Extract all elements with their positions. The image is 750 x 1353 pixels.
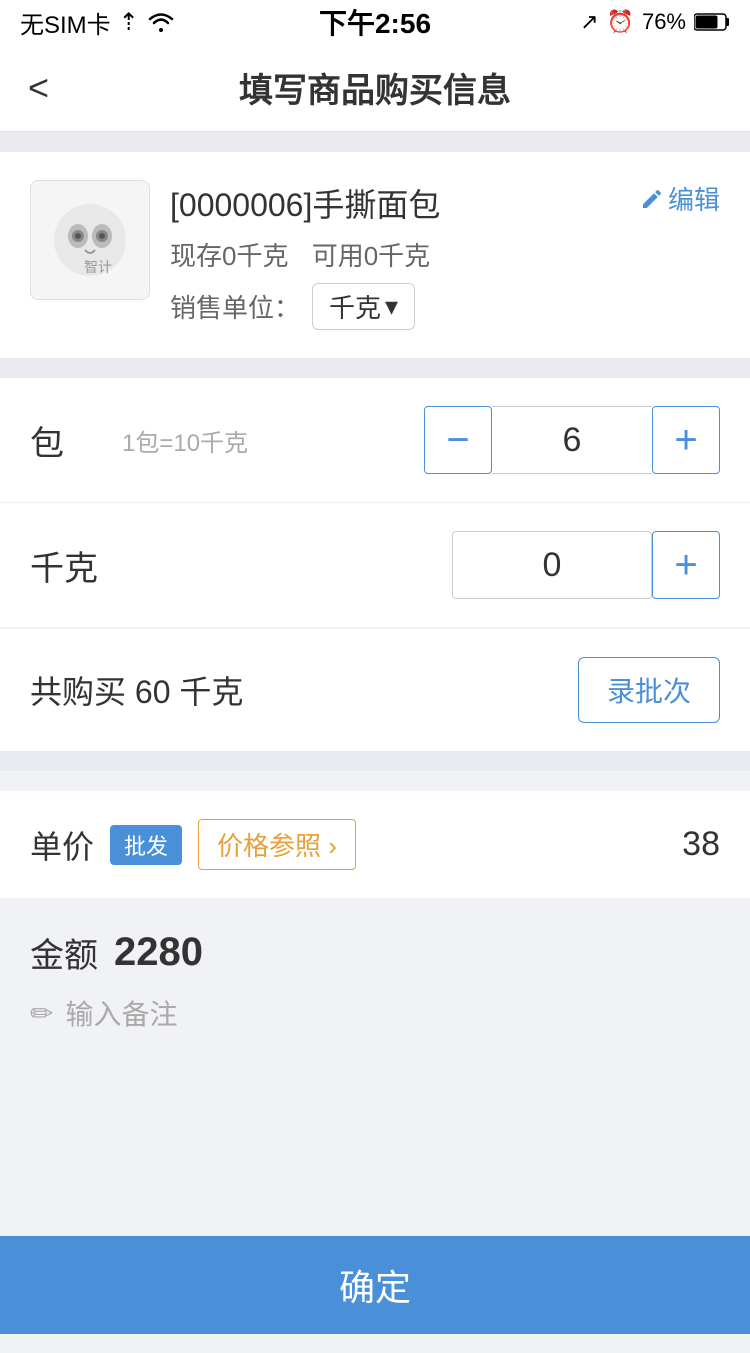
svg-text:智计: 智计 [84, 259, 112, 275]
bag-quantity-input[interactable] [492, 406, 652, 474]
mid-divider [0, 358, 750, 378]
product-info: [0000006]手撕面包 编辑 现存0千克 可用0千克 销售单位： 千克 ▾ [170, 180, 720, 330]
back-button[interactable]: < [28, 67, 49, 109]
unit-select[interactable]: 千克 ▾ [312, 283, 415, 330]
wifi-signal-icon [147, 10, 175, 34]
battery-text: 76% [642, 9, 686, 35]
battery-icon [694, 12, 730, 32]
status-left: 无SIM卡 ⇡ [20, 5, 175, 40]
price-label: 单价 [30, 822, 94, 868]
kg-label: 千克 [30, 541, 110, 590]
bag-label: 包 [30, 416, 110, 465]
price-reference-button[interactable]: 价格参照 › [198, 819, 356, 870]
bag-qty-control: − + [424, 406, 720, 474]
price-value: 38 [682, 825, 720, 864]
bag-input-row: 包 1包=10千克 − + [0, 378, 750, 503]
stock-text: 现存0千克 [170, 241, 288, 271]
bag-increment-button[interactable]: + [652, 406, 720, 474]
unit-label: 销售单位： [170, 288, 300, 325]
amount-row: 金额 2280 [30, 928, 720, 977]
carrier-text: 无SIM卡 [20, 5, 111, 40]
product-unit-row: 销售单位： 千克 ▾ [170, 283, 720, 330]
edit-icon [640, 187, 664, 211]
edit-label: 编辑 [668, 180, 720, 217]
bag-decrement-button[interactable]: − [424, 406, 492, 474]
kg-quantity-input[interactable] [452, 531, 652, 599]
alarm-icon: ⏰ [607, 9, 634, 35]
price-tag: 批发 [110, 825, 182, 865]
unit-value: 千克 [329, 288, 381, 325]
product-card: 智计 [0000006]手撕面包 编辑 现存0千克 可用0千克 销售单位： 千克… [0, 152, 750, 358]
kg-qty-control: + [452, 531, 720, 599]
batch-button[interactable]: 录批次 [578, 657, 720, 723]
lower-divider [0, 751, 750, 771]
status-bar: 无SIM卡 ⇡ 下午2:56 ↗ ⏰ 76% [0, 0, 750, 44]
nav-bar: < 填写商品购买信息 [0, 44, 750, 132]
wifi-icon: ⇡ [119, 8, 139, 37]
location-icon: ↗ [580, 9, 598, 35]
kg-input-row: 千克 + [0, 503, 750, 628]
product-stock-info: 现存0千克 可用0千克 [170, 236, 720, 273]
product-thumbnail: 智计 [30, 180, 150, 300]
available-text: 可用0千克 [312, 241, 430, 271]
product-name: [0000006]手撕面包 [170, 180, 440, 226]
summary-row: 共购买 60 千克 录批次 [0, 628, 750, 751]
status-time: 下午2:56 [319, 2, 431, 42]
remark-row[interactable]: ✏ 输入备注 [30, 993, 720, 1033]
bag-hint: 1包=10千克 [122, 423, 424, 458]
input-section: 包 1包=10千克 − + 千克 + 共购买 60 千克 录批次 [0, 378, 750, 751]
kg-increment-button[interactable]: + [652, 531, 720, 599]
product-header-row: [0000006]手撕面包 编辑 [170, 180, 720, 236]
price-row: 单价 批发 价格参照 › 38 [30, 819, 720, 870]
page-title: 填写商品购买信息 [239, 63, 511, 112]
top-divider [0, 132, 750, 152]
summary-text: 共购买 60 千克 [30, 667, 243, 713]
amount-value: 2280 [114, 930, 203, 975]
product-owl-logo: 智计 [50, 200, 130, 280]
pencil-icon: ✏ [30, 997, 53, 1030]
status-right: ↗ ⏰ 76% [580, 9, 730, 35]
confirm-button[interactable]: 确定 [0, 1236, 750, 1334]
edit-button[interactable]: 编辑 [640, 180, 720, 217]
price-section: 单价 批发 价格参照 › 38 [0, 791, 750, 898]
remark-placeholder: 输入备注 [65, 993, 177, 1033]
amount-label: 金额 [30, 928, 98, 977]
dropdown-arrow-icon: ▾ [385, 291, 398, 322]
amount-section: 金额 2280 ✏ 输入备注 [0, 898, 750, 1053]
